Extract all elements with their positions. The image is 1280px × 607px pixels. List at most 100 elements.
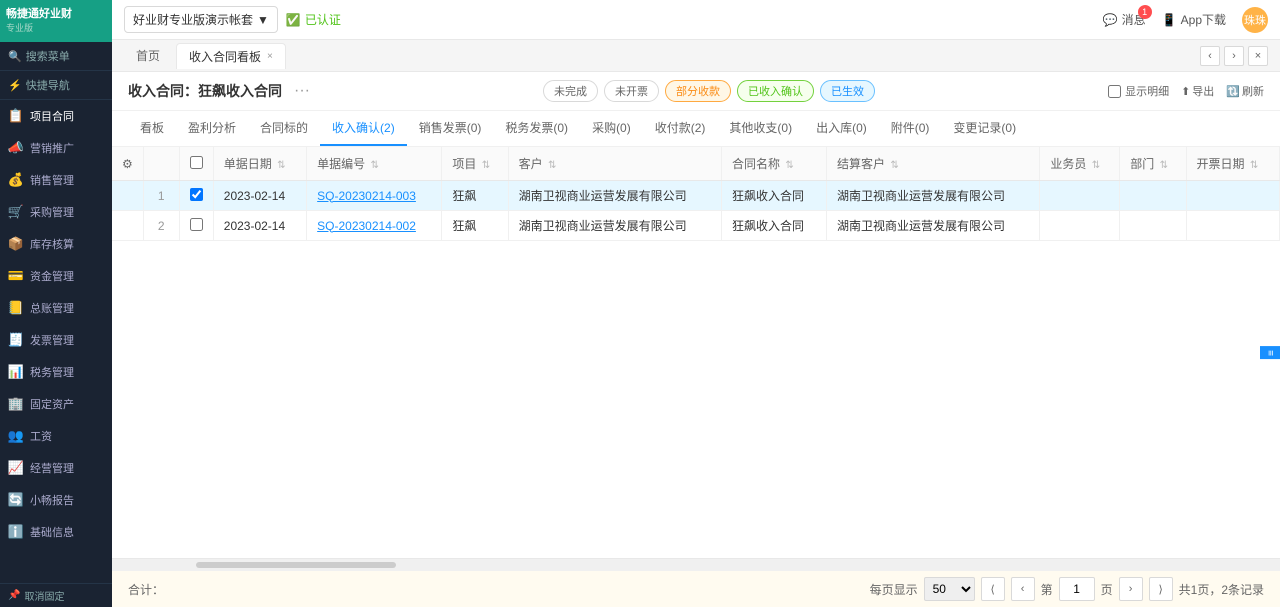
quick-nav-icon: ⚡ <box>8 79 22 92</box>
scrollbar-thumb[interactable] <box>196 562 396 568</box>
refresh-btn[interactable]: 🔃 刷新 <box>1226 83 1264 99</box>
th-customer[interactable]: 客户 ⇅ <box>508 147 721 181</box>
table-header-row: ⚙ 单据日期 ⇅ 单据编号 ⇅ 项目 ⇅ 客户 ⇅ 合同名称 ⇅ 结算客户 ⇅ … <box>112 147 1280 181</box>
verified-badge: ✅ 已认证 <box>286 11 341 28</box>
sidebar-item-project-contract[interactable]: 📋 项目合同 <box>0 100 112 132</box>
sidebar-item-tax[interactable]: 📊 税务管理 <box>0 356 112 388</box>
marketing-icon: 📣 <box>8 140 24 156</box>
sidebar-item-ops[interactable]: 📈 经营管理 <box>0 452 112 484</box>
tab-kanban[interactable]: 看板 <box>128 111 176 146</box>
message-icon: 💬 <box>1103 13 1118 27</box>
sidebar-item-reports[interactable]: 🔄 小畅报告 <box>0 484 112 516</box>
sidebar-item-general-ledger[interactable]: 📒 总账管理 <box>0 292 112 324</box>
tab-attachments[interactable]: 附件(0) <box>879 111 942 146</box>
status-uncomplete[interactable]: 未完成 <box>543 80 598 102</box>
tab-warehouse[interactable]: 出入库(0) <box>804 111 879 146</box>
td-checkbox[interactable] <box>179 211 213 241</box>
sidebar-item-finance[interactable]: 💳 资金管理 <box>0 260 112 292</box>
horizontal-scrollbar[interactable] <box>112 558 1280 570</box>
export-btn[interactable]: ⬆ 导出 <box>1181 83 1214 99</box>
doc-no-link[interactable]: SQ-20230214-003 <box>317 189 416 203</box>
td-salesperson <box>1040 181 1120 211</box>
td-open-date <box>1186 211 1279 241</box>
doc-no-link[interactable]: SQ-20230214-002 <box>317 219 416 233</box>
next-page-btn[interactable]: › <box>1119 577 1143 601</box>
more-btn[interactable]: ··· <box>294 82 310 100</box>
th-settlement-customer[interactable]: 结算客户 ⇅ <box>827 147 1040 181</box>
action-panel-btn[interactable]: ≡ <box>1260 346 1280 360</box>
per-page-select[interactable]: 20 50 100 <box>924 577 975 601</box>
sidebar-item-marketing[interactable]: 📣 营销推广 <box>0 132 112 164</box>
status-effective[interactable]: 已生效 <box>820 80 875 102</box>
tab-income-confirm[interactable]: 收入确认(2) <box>320 111 407 146</box>
tab-sales-invoice[interactable]: 销售发票(0) <box>407 111 494 146</box>
app-logo: 畅捷通好业财 专业版 <box>0 0 112 42</box>
purchase-icon: 🛒 <box>8 204 24 220</box>
tab-profit[interactable]: 盈利分析 <box>176 111 248 146</box>
status-partial-collected[interactable]: 部分收款 <box>665 80 731 102</box>
basic-info-icon: ℹ️ <box>8 524 24 540</box>
tab-home[interactable]: 首页 <box>124 47 172 64</box>
page-input[interactable] <box>1059 577 1095 601</box>
tab-close-btn[interactable]: × <box>1248 46 1268 66</box>
main-area: 好业财专业版演示帐套 ▼ ✅ 已认证 💬 消息 1 📱 App下载 珠珠 <box>112 0 1280 607</box>
display-detail-toggle[interactable]: 显示明细 <box>1108 83 1169 99</box>
tab-change-log[interactable]: 变更记录(0) <box>941 111 1028 146</box>
td-settings <box>112 181 143 211</box>
home-label: 首页 <box>136 49 160 63</box>
quick-nav-btn[interactable]: ⚡ 快捷导航 <box>0 71 112 100</box>
app-download-btn[interactable]: 📱 App下载 <box>1162 11 1226 28</box>
th-date[interactable]: 单据日期 ⇅ <box>213 147 306 181</box>
status-confirmed[interactable]: 已收入确认 <box>737 80 814 102</box>
td-department <box>1120 211 1186 241</box>
td-settlement-customer: 湖南卫视商业运营发展有限公司 <box>827 181 1040 211</box>
sidebar-item-basic-info[interactable]: ℹ️ 基础信息 <box>0 516 112 548</box>
first-page-btn[interactable]: ⟨ <box>981 577 1005 601</box>
sidebar-item-label: 采购管理 <box>30 204 74 220</box>
td-date: 2023-02-14 <box>213 211 306 241</box>
td-customer: 湖南卫视商业运营发展有限公司 <box>508 211 721 241</box>
tab-income-contract[interactable]: 收入合同看板 × <box>176 43 286 69</box>
tab-tax-invoice[interactable]: 税务发票(0) <box>493 111 580 146</box>
tab-payment[interactable]: 收付款(2) <box>643 111 718 146</box>
th-project[interactable]: 项目 ⇅ <box>442 147 508 181</box>
search-menu-label: 搜索菜单 <box>26 48 70 64</box>
sidebar-item-inventory[interactable]: 📦 库存核算 <box>0 228 112 260</box>
th-checkbox[interactable] <box>179 147 213 181</box>
sidebar-item-hr[interactable]: 👥 工资 <box>0 420 112 452</box>
th-settings[interactable]: ⚙ <box>112 147 143 181</box>
th-doc-no[interactable]: 单据编号 ⇅ <box>307 147 442 181</box>
tab-contract-standard[interactable]: 合同标的 <box>248 111 320 146</box>
tab-other-income[interactable]: 其他收支(0) <box>717 111 804 146</box>
prev-page-btn[interactable]: ‹ <box>1011 577 1035 601</box>
sidebar-item-invoice[interactable]: 🧾 发票管理 <box>0 324 112 356</box>
tax-icon: 📊 <box>8 364 24 380</box>
messages-btn[interactable]: 💬 消息 1 <box>1103 11 1146 28</box>
th-department[interactable]: 部门 ⇅ <box>1120 147 1186 181</box>
th-open-date[interactable]: 开票日期 ⇅ <box>1186 147 1279 181</box>
user-avatar[interactable]: 珠珠 <box>1242 7 1268 33</box>
row-checkbox[interactable] <box>190 188 203 201</box>
display-detail-checkbox[interactable] <box>1108 85 1121 98</box>
search-menu-btn[interactable]: 🔍 搜索菜单 <box>0 42 112 71</box>
td-project: 狂飙 <box>442 181 508 211</box>
sidebar-item-fixed-assets[interactable]: 🏢 固定资产 <box>0 388 112 420</box>
tab-next-btn[interactable]: › <box>1224 46 1244 66</box>
close-icon[interactable]: × <box>267 51 273 62</box>
sidebar-item-sales[interactable]: 💰 销售管理 <box>0 164 112 196</box>
tab-purchase[interactable]: 采购(0) <box>580 111 643 146</box>
status-uninvoiced[interactable]: 未开票 <box>604 80 659 102</box>
th-contract-name[interactable]: 合同名称 ⇅ <box>722 147 827 181</box>
table-container: ⚙ 单据日期 ⇅ 单据编号 ⇅ 项目 ⇅ 客户 ⇅ 合同名称 ⇅ 结算客户 ⇅ … <box>112 147 1280 558</box>
unpin-btn[interactable]: 📌 取消固定 <box>0 583 112 607</box>
last-page-btn[interactable]: ⟩ <box>1149 577 1173 601</box>
pagination: 每页显示 20 50 100 ⟨ ‹ 第 页 › ⟩ 共1页，2条记录 <box>870 577 1264 601</box>
row-checkbox[interactable] <box>190 218 203 231</box>
sidebar-item-purchase[interactable]: 🛒 采购管理 <box>0 196 112 228</box>
tab-prev-btn[interactable]: ‹ <box>1200 46 1220 66</box>
td-checkbox[interactable] <box>179 181 213 211</box>
company-selector[interactable]: 好业财专业版演示帐套 ▼ <box>124 6 278 33</box>
th-salesperson[interactable]: 业务员 ⇅ <box>1040 147 1120 181</box>
reports-icon: 🔄 <box>8 492 24 508</box>
select-all-checkbox[interactable] <box>190 156 203 169</box>
